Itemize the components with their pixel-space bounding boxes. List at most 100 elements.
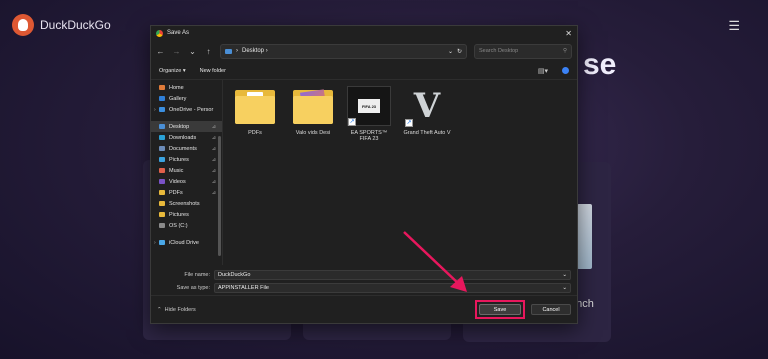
sidebar-item-label: PDFs [169, 189, 183, 196]
sidebar-item[interactable]: Music ⊿ [151, 165, 222, 176]
save-button[interactable]: Save [479, 304, 521, 315]
sidebar-item-label: Screenshots [169, 200, 200, 207]
file-item[interactable]: Valo vids Desi [289, 86, 337, 136]
sidebar-item-label: Documents [169, 145, 197, 152]
dialog-toolbar: Organize ▾ New folder ▤▾ [151, 62, 577, 80]
background-heading: se [583, 48, 617, 81]
pin-icon: ⊿ [211, 123, 216, 130]
folder-icon [159, 179, 165, 184]
folder-icon [159, 223, 165, 228]
sidebar-item[interactable]: OS (C:) [151, 220, 222, 231]
help-icon[interactable] [562, 67, 569, 74]
file-item[interactable]: FIFA 23 ↗ EA SPORTS™ FIFA 23 [345, 86, 393, 142]
file-name-label: Grand Theft Auto V [403, 130, 451, 136]
file-list: PDFs Valo vids Desi FIFA 23 ↗ EA SPORTS™ FIF… [223, 80, 577, 265]
navigation-bar: ← → ⌄ ↑ › Desktop › ⌄ ↻ Search Desktop ⚲ [151, 40, 577, 62]
dialog-body: Home Gallery › OneDrive - Persor Desktop ⊿ Dow… [151, 80, 577, 265]
file-item[interactable]: V ↗ Grand Theft Auto V [403, 86, 451, 136]
sidebar-item-label: Home [169, 84, 184, 91]
pin-icon: ⊿ [211, 189, 216, 196]
folder-icon [159, 190, 165, 195]
folder-icon [159, 157, 165, 162]
expand-chevron-icon[interactable]: › [154, 107, 156, 113]
cancel-button[interactable]: Cancel [531, 304, 571, 315]
dialog-footer: ⌃ Hide Folders Save Cancel [151, 295, 577, 323]
folder-icon [159, 107, 165, 112]
sidebar-item[interactable]: Documents ⊿ [151, 143, 222, 154]
view-options-icon[interactable]: ▤▾ [538, 67, 548, 75]
save-as-dialog: Save As ✕ ← → ⌄ ↑ › Desktop › ⌄ ↻ Search… [150, 25, 578, 324]
folder-icon [159, 240, 165, 245]
expand-chevron-icon[interactable]: › [154, 240, 156, 246]
breadcrumb-separator: › [236, 48, 238, 54]
shortcut-arrow-icon: ↗ [348, 118, 356, 126]
refresh-icon[interactable]: ↻ [457, 48, 462, 55]
back-arrow-icon[interactable]: ← [156, 47, 165, 56]
hide-folders-toggle[interactable]: ⌃ Hide Folders [157, 307, 475, 313]
gta-app-icon: V ↗ [405, 86, 449, 127]
new-folder-button[interactable]: New folder [200, 68, 226, 74]
sidebar-item-label: OneDrive - Persor [169, 106, 214, 113]
dropdown-chevron-icon[interactable]: ⌄ [448, 48, 453, 55]
dialog-title: Save As [167, 30, 190, 36]
address-bar[interactable]: › Desktop › ⌄ ↻ [220, 43, 467, 59]
file-name-value[interactable]: DuckDuckGo [218, 272, 562, 278]
shortcut-arrow-icon: ↗ [405, 119, 413, 127]
save-type-row: Save as type: APPINSTALLER File ⌄ [157, 282, 571, 294]
sidebar-item[interactable]: Home [151, 82, 222, 93]
forward-arrow-icon[interactable]: → [172, 47, 181, 56]
search-placeholder: Search Desktop [479, 48, 519, 54]
folder-icon [159, 146, 165, 151]
sidebar-item-label: Pictures [169, 156, 189, 163]
folder-icon [159, 96, 165, 101]
chevron-up-icon: ⌃ [157, 306, 162, 313]
sidebar-item[interactable]: Videos ⊿ [151, 176, 222, 187]
sidebar-item[interactable]: Screenshots [151, 198, 222, 209]
sidebar-item[interactable]: › iCloud Drive [151, 237, 222, 248]
file-item[interactable]: PDFs [231, 86, 279, 136]
sidebar-item[interactable]: Pictures ⊿ [151, 154, 222, 165]
sidebar-item[interactable]: Gallery [151, 93, 222, 104]
navigation-pane: Home Gallery › OneDrive - Persor Desktop ⊿ Dow… [151, 80, 223, 265]
sidebar-item[interactable]: › OneDrive - Persor [151, 104, 222, 115]
close-icon[interactable]: ✕ [565, 29, 572, 38]
sidebar-item-label: Pictures [169, 211, 189, 218]
file-name-label: PDFs [248, 130, 262, 136]
search-input[interactable]: Search Desktop ⚲ [474, 43, 572, 59]
save-type-select[interactable]: APPINSTALLER File ⌄ [214, 283, 571, 293]
sidebar-item[interactable]: Desktop ⊿ [151, 121, 222, 132]
save-type-value[interactable]: APPINSTALLER File [218, 285, 562, 291]
duckduckgo-logo[interactable]: DuckDuckGo [12, 14, 111, 36]
save-highlight-box: Save [475, 300, 525, 319]
sidebar-item[interactable]: Downloads ⊿ [151, 132, 222, 143]
sidebar-item-label: Music [169, 167, 184, 174]
file-name-row: File name: DuckDuckGo ⌄ [157, 269, 571, 281]
chevron-down-icon[interactable]: ⌄ [188, 47, 197, 56]
breadcrumb[interactable]: Desktop › [242, 48, 444, 54]
sidebar-item-label: iCloud Drive [169, 239, 199, 246]
breadcrumb-chevron[interactable]: › [266, 48, 268, 54]
sidebar-item[interactable]: PDFs ⊿ [151, 187, 222, 198]
organize-button[interactable]: Organize ▾ [159, 68, 186, 74]
file-name-input[interactable]: DuckDuckGo ⌄ [214, 270, 571, 280]
chevron-down-icon[interactable]: ⌄ [562, 272, 567, 278]
fifa-logo: FIFA 23 [358, 99, 380, 113]
search-icon: ⚲ [562, 48, 567, 54]
brand-name: DuckDuckGo [40, 18, 111, 32]
folder-icon [159, 168, 165, 173]
pin-icon: ⊿ [211, 134, 216, 141]
hide-folders-label: Hide Folders [164, 306, 196, 313]
hamburger-icon[interactable]: ☰ [728, 18, 740, 34]
sidebar-item-label: Gallery [169, 95, 187, 102]
sidebar-item[interactable]: Pictures [151, 209, 222, 220]
duck-icon [12, 14, 34, 36]
save-type-label: Save as type: [176, 285, 210, 291]
sidebar-item-label: Downloads [169, 134, 197, 141]
folder-icon [233, 86, 277, 126]
pin-icon: ⊿ [211, 145, 216, 152]
folder-icon [159, 201, 165, 206]
sidebar-item-label: Videos [169, 178, 186, 185]
chevron-down-icon[interactable]: ⌄ [562, 285, 567, 291]
breadcrumb-desktop[interactable]: Desktop [242, 48, 264, 54]
up-arrow-icon[interactable]: ↑ [204, 47, 213, 56]
